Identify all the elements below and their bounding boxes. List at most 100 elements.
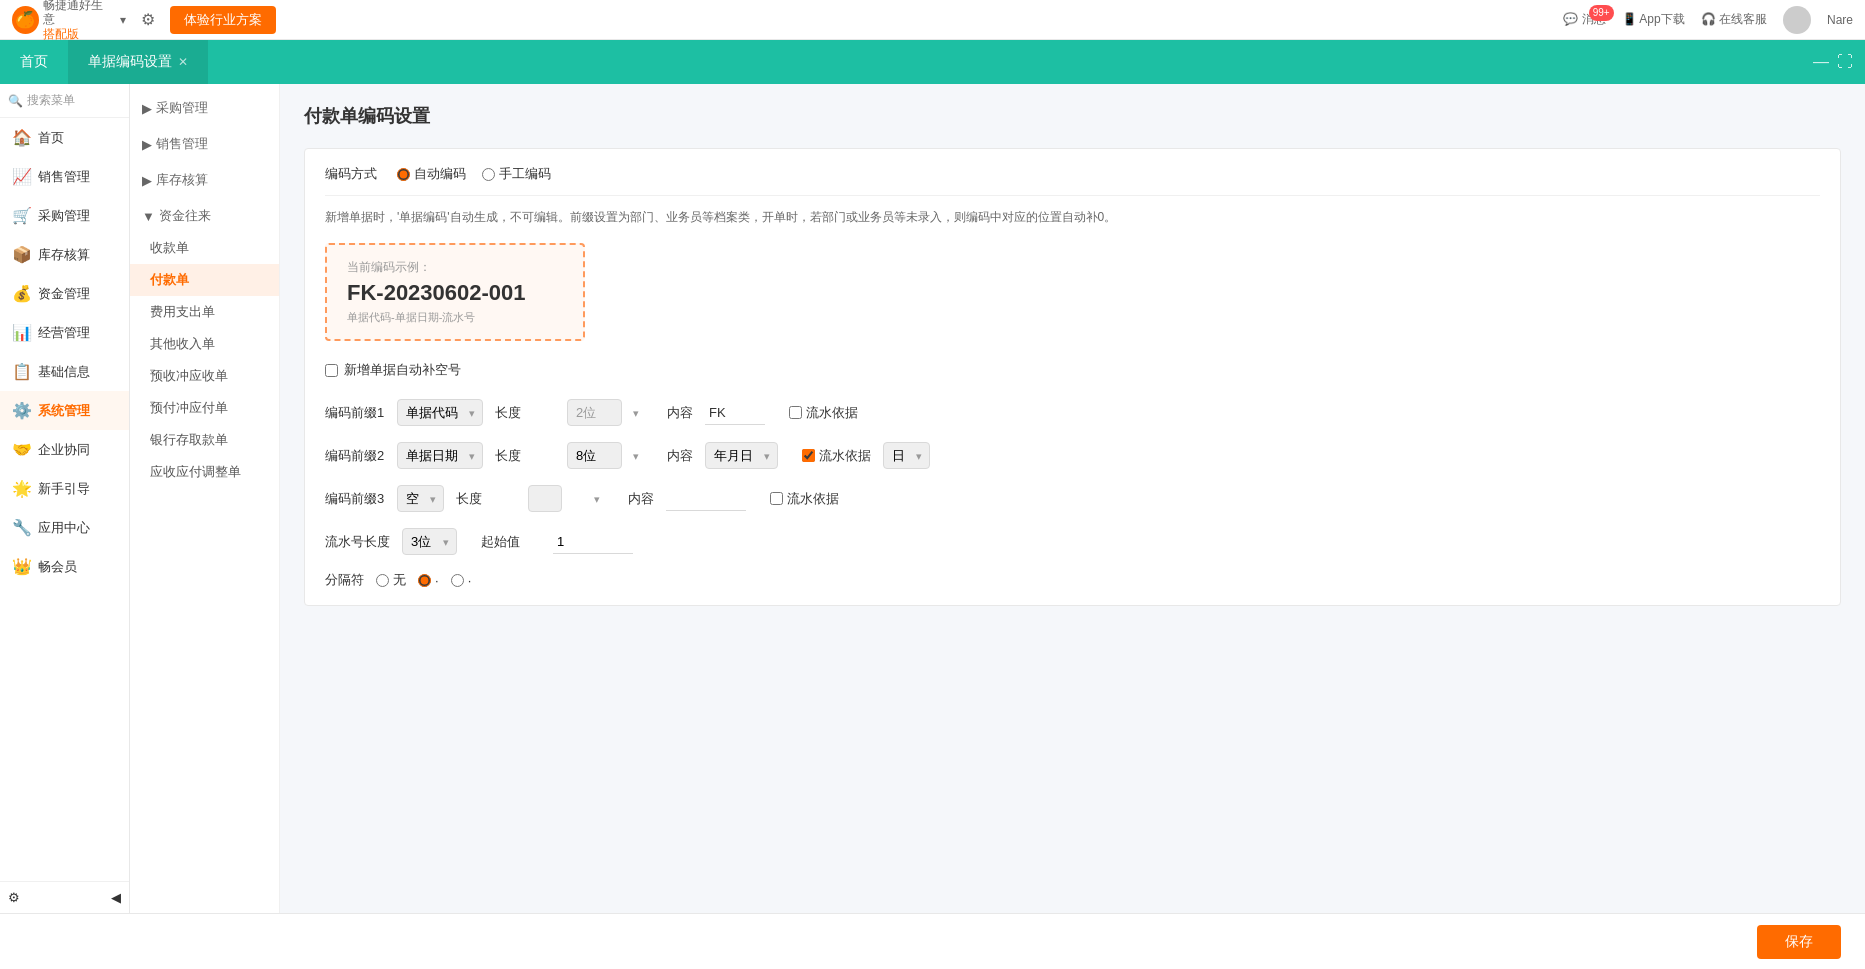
guide-icon: 🌟 [12, 479, 32, 498]
divider1 [325, 195, 1820, 196]
sub-sidebar-prepay-pay[interactable]: 预付冲应付单 [130, 392, 279, 424]
sidebar-collapse-icon[interactable]: ◀ [111, 890, 121, 905]
separator-dot[interactable]: · [418, 573, 439, 588]
sidebar-item-basic[interactable]: 📋 基础信息 [0, 352, 129, 391]
sidebar-item-home[interactable]: 🏠 首页 [0, 118, 129, 157]
sub-sidebar-sales-header[interactable]: ▶ 销售管理 [130, 128, 279, 160]
sub-sidebar-inventory-header[interactable]: ▶ 库存核算 [130, 164, 279, 196]
prefix-row-3: 编码前缀3 空 长度 内容 [325, 485, 1820, 512]
tab-minimize-btn[interactable]: — [1813, 53, 1829, 71]
sub-sidebar-expense[interactable]: 费用支出单 [130, 296, 279, 328]
sidebar-item-business[interactable]: 📊 经营管理 [0, 313, 129, 352]
length-label-2: 长度 [495, 447, 555, 465]
tab-home[interactable]: 首页 [0, 40, 68, 84]
tab-close-icon[interactable]: ✕ [178, 55, 188, 69]
sub-sidebar-section-purchase: ▶ 采购管理 [130, 92, 279, 124]
manual-encode-radio[interactable]: 手工编码 [482, 165, 551, 183]
preview-box: 当前编码示例： FK-20230602-001 单据代码-单据日期-流水号 [325, 243, 585, 341]
length-label-3: 长度 [456, 490, 516, 508]
settings-btn[interactable]: ⚙ [134, 6, 162, 34]
trial-button[interactable]: 体验行业方案 [170, 6, 276, 34]
sub-sidebar-income[interactable]: 其他收入单 [130, 328, 279, 360]
serial-length-select[interactable]: 3位 [402, 528, 457, 555]
dropdown-btn[interactable]: ▾ [120, 13, 126, 27]
separator-none[interactable]: 无 [376, 571, 406, 589]
length-select-1[interactable]: 2位 [567, 399, 647, 426]
tab-encode-settings[interactable]: 单据编码设置 ✕ [68, 40, 208, 84]
sub-sidebar-receipt[interactable]: 收款单 [130, 232, 279, 264]
stream-checkbox-1[interactable] [789, 406, 802, 419]
sub-sidebar-payment[interactable]: 付款单 [130, 264, 279, 296]
sub-sidebar-adjust[interactable]: 应收应付调整单 [130, 456, 279, 488]
content-select-2[interactable]: 年月日 [705, 442, 778, 469]
sidebar-item-enterprise[interactable]: 🤝 企业协同 [0, 430, 129, 469]
encode-settings-card: 编码方式 自动编码 手工编码 新增单据时，'单据编码'自动生成 [304, 148, 1841, 606]
sub-sidebar-funds-header[interactable]: ▼ 资金往来 [130, 200, 279, 232]
sidebar-item-purchase[interactable]: 🛒 采购管理 [0, 196, 129, 235]
prefix-label-1: 编码前缀1 [325, 404, 385, 422]
sidebar-item-finance[interactable]: 💰 资金管理 [0, 274, 129, 313]
preview-code: FK-20230602-001 [347, 280, 563, 306]
sub-sidebar: ▶ 采购管理 ▶ 销售管理 ▶ 库存核算 ▼ 资金往来 [130, 84, 280, 913]
sub-sidebar-section-inventory: ▶ 库存核算 [130, 164, 279, 196]
message-btn[interactable]: 💬 消息 99+ [1563, 11, 1605, 28]
prefix-select-3[interactable]: 空 [397, 485, 444, 512]
business-icon: 📊 [12, 323, 32, 342]
day-select[interactable]: 日 [883, 442, 930, 469]
stream-check-3: 流水依据 [770, 490, 839, 508]
app-download-btn[interactable]: 📱 App下载 [1622, 11, 1685, 28]
logo-text: 畅捷通好生意 搭配版 [43, 0, 112, 41]
message-badge: 99+ [1589, 5, 1614, 21]
auto-encode-radio[interactable]: 自动编码 [397, 165, 466, 183]
sidebar-search[interactable]: 🔍 搜索菜单 [0, 84, 129, 118]
serial-length-label: 流水号长度 [325, 533, 390, 551]
auto-fill-checkbox[interactable] [325, 364, 338, 377]
sub-sidebar-prepay-recv[interactable]: 预收冲应收单 [130, 360, 279, 392]
separator-row: 分隔符 无 · · [325, 571, 1820, 589]
auto-fill-label: 新增单据自动补空号 [344, 361, 461, 379]
sidebar: 🔍 搜索菜单 🏠 首页 📈 销售管理 🛒 采购管理 📦 库存核算 💰 资金管理 … [0, 84, 130, 913]
encode-radio-group: 自动编码 手工编码 [397, 165, 551, 183]
tab-bar: 首页 单据编码设置 ✕ — ⛶ [0, 40, 1865, 84]
basic-icon: 📋 [12, 362, 32, 381]
page-title: 付款单编码设置 [304, 104, 1841, 128]
encode-method-label: 编码方式 [325, 165, 377, 183]
length-select-3[interactable] [528, 485, 608, 512]
save-button[interactable]: 保存 [1757, 925, 1841, 959]
top-bar-left: 🍊 畅捷通好生意 搭配版 ▾ ⚙ 体验行业方案 [12, 2, 276, 38]
finance-icon: 💰 [12, 284, 32, 303]
content-area: ▶ 采购管理 ▶ 销售管理 ▶ 库存核算 ▼ 资金往来 [130, 84, 1865, 913]
sub-sidebar-purchase-header[interactable]: ▶ 采购管理 [130, 92, 279, 124]
avatar[interactable] [1783, 6, 1811, 34]
stream-checkbox-3[interactable] [770, 492, 783, 505]
inventory-icon: 📦 [12, 245, 32, 264]
content-input-1[interactable] [705, 401, 765, 425]
chevron-down-icon: ▼ [142, 209, 155, 224]
sidebar-item-system[interactable]: ⚙️ 系统管理 [0, 391, 129, 430]
stream-checkbox-2[interactable] [802, 449, 815, 462]
sidebar-item-appstore[interactable]: 🔧 应用中心 [0, 508, 129, 547]
sub-sidebar-bank[interactable]: 银行存取款单 [130, 424, 279, 456]
chevron-right-icon: ▶ [142, 101, 152, 116]
content-input-3[interactable] [666, 487, 746, 511]
prefix-select-1[interactable]: 单据代码 [397, 399, 483, 426]
online-service-btn[interactable]: 🎧 在线客服 [1701, 11, 1767, 28]
sidebar-item-sales[interactable]: 📈 销售管理 [0, 157, 129, 196]
sidebar-item-inventory[interactable]: 📦 库存核算 [0, 235, 129, 274]
sidebar-item-member[interactable]: 👑 畅会员 [0, 547, 129, 586]
prefix-row-1: 编码前缀1 单据代码 长度 2位 内容 [325, 399, 1820, 426]
start-value-input[interactable] [553, 530, 633, 554]
preview-hint: 单据代码-单据日期-流水号 [347, 310, 563, 325]
sidebar-settings-icon[interactable]: ⚙ [8, 890, 20, 905]
prefix-select-2[interactable]: 单据日期 [397, 442, 483, 469]
sidebar-item-guide[interactable]: 🌟 新手引导 [0, 469, 129, 508]
home-icon: 🏠 [12, 128, 32, 147]
stream-check-2: 流水依据 [802, 447, 871, 465]
length-select-2[interactable]: 8位 [567, 442, 647, 469]
main-layout: 🔍 搜索菜单 🏠 首页 📈 销售管理 🛒 采购管理 📦 库存核算 💰 资金管理 … [0, 84, 1865, 913]
main-content: 付款单编码设置 编码方式 自动编码 手工编码 [280, 84, 1865, 913]
appstore-icon: 🔧 [12, 518, 32, 537]
tab-maximize-btn[interactable]: ⛶ [1837, 53, 1853, 71]
separator-dot2[interactable]: · [451, 573, 472, 588]
sub-sidebar-section-sales: ▶ 销售管理 [130, 128, 279, 160]
